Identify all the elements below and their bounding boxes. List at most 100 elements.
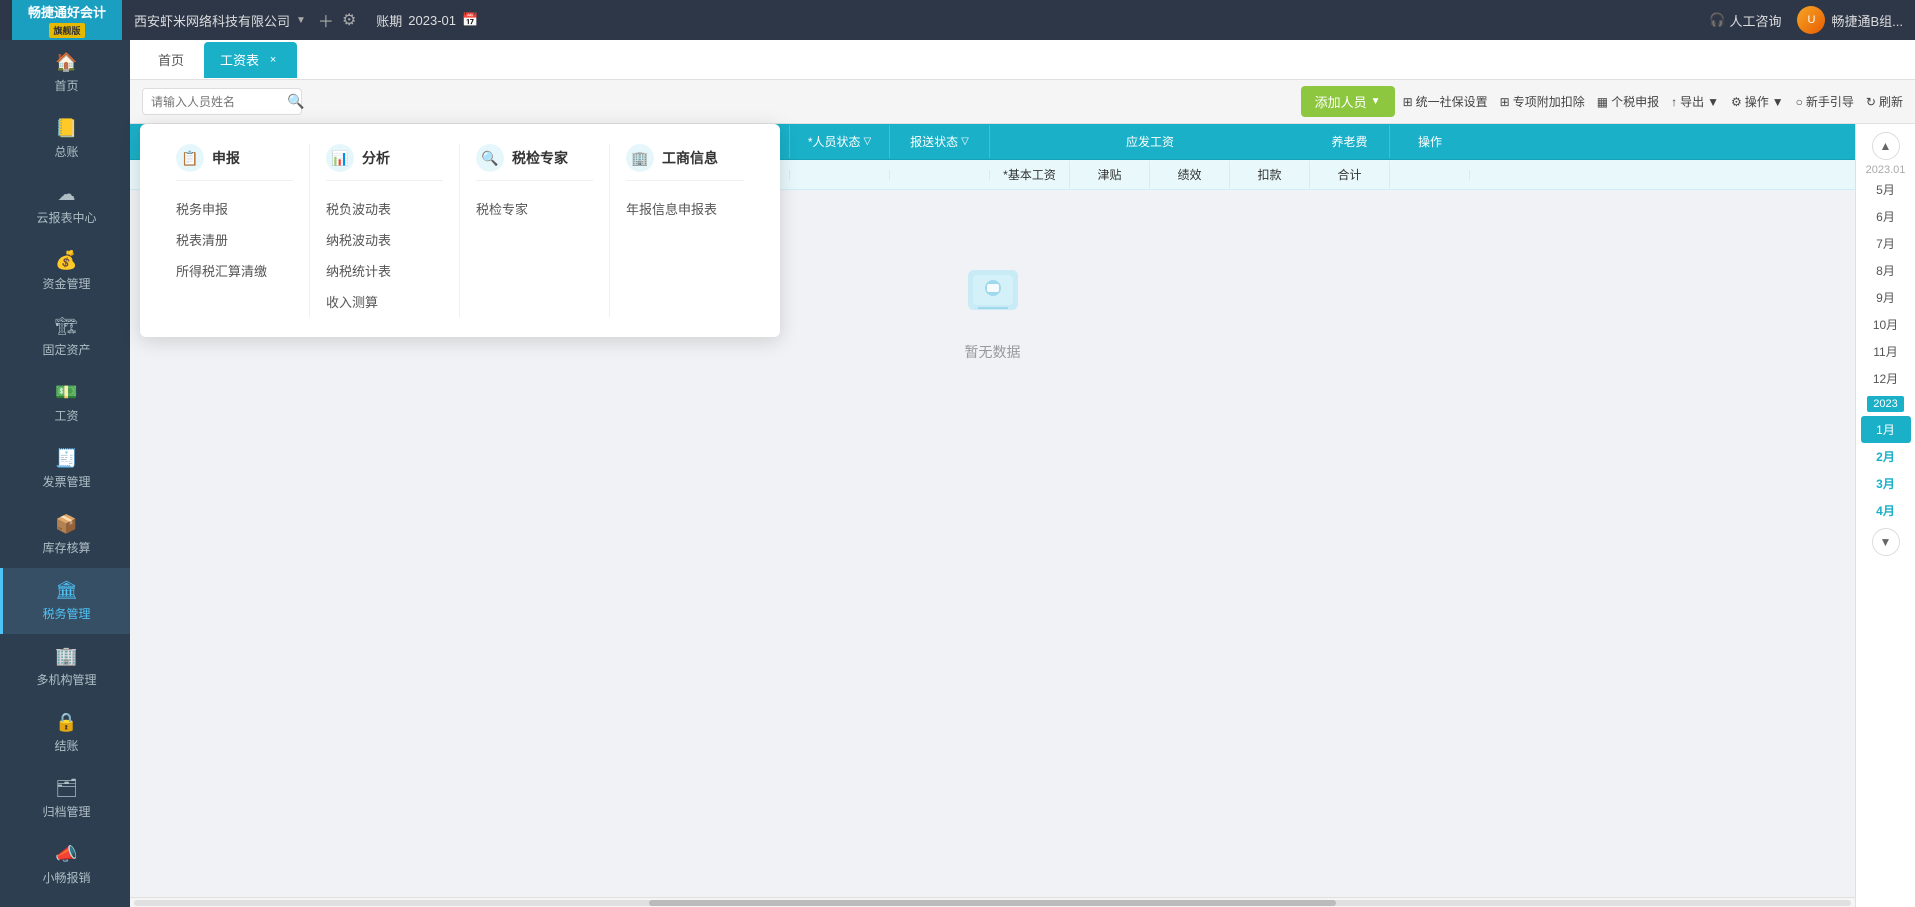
sidebar-item-multi-org[interactable]: 🏢 多机构管理 — [0, 634, 130, 700]
sidebar-item-invoice[interactable]: 🧾 发票管理 — [0, 436, 130, 502]
cloud-icon: ☁ — [58, 184, 76, 205]
sub-deduction: 扣款 — [1230, 161, 1310, 188]
th-operations: 操作 — [1390, 125, 1470, 158]
special-deduction-icon: ⊞ — [1500, 95, 1510, 109]
operations-icon: ⚙ — [1731, 95, 1742, 109]
dropdown-item-tax-burden[interactable]: 税负波动表 — [326, 193, 443, 224]
sidebar-label-marketing: 小畅报销 — [42, 869, 90, 886]
period-label: 账期 — [376, 11, 402, 30]
tax-icon: 🏛 — [55, 580, 78, 601]
tab-bar: 首页 工资表 × — [130, 40, 1915, 80]
scrollbar-track[interactable] — [134, 900, 1851, 906]
month-8[interactable]: 8月 — [1861, 257, 1911, 284]
th-status: *人员状态 ▽ — [790, 125, 890, 158]
month-6[interactable]: 6月 — [1861, 203, 1911, 230]
search-input[interactable] — [151, 95, 281, 109]
sidebar-item-funds[interactable]: 💰 资金管理 — [0, 238, 130, 304]
report-filter-icon[interactable]: ▽ — [961, 136, 969, 147]
dropdown-item-income-estimate[interactable]: 收入测算 — [326, 286, 443, 317]
dropdown-section-analysis: 📊 分析 税负波动表 纳税波动表 纳税统计表 收入测算 — [310, 144, 460, 317]
month-2[interactable]: 2月 — [1861, 443, 1911, 470]
sidebar-item-ledger[interactable]: 📒 总账 — [0, 106, 130, 172]
dropdown-item-tax-declaration[interactable]: 税务申报 — [176, 193, 293, 224]
inventory-icon: 📦 — [55, 514, 77, 535]
salary-icon: 💵 — [55, 382, 77, 403]
social-insurance-button[interactable]: ⊞ 统一社保设置 — [1403, 93, 1488, 110]
sidebar-item-settings[interactable]: ⚙ 基础设置 — [0, 898, 130, 907]
sidebar-item-inventory[interactable]: 📦 库存核算 — [0, 502, 130, 568]
tab-home[interactable]: 首页 — [142, 42, 200, 78]
dropdown-item-expert[interactable]: 税检专家 — [476, 193, 593, 224]
ledger-icon: 📒 — [55, 118, 77, 139]
tax-dropdown-menu[interactable]: 📋 申报 税务申报 税表清册 所得税汇算清缴 📊 分析 税负波动表 纳税波动表 … — [140, 124, 780, 337]
special-deduction-button[interactable]: ⊞ 专项附加扣除 — [1500, 93, 1585, 110]
collapse-right-panel-down[interactable]: ▼ — [1872, 528, 1900, 556]
month-12[interactable]: 12月 — [1861, 365, 1911, 392]
sidebar-label-ledger: 总账 — [54, 143, 78, 160]
settings-icon[interactable]: ⚙ — [342, 10, 356, 30]
month-4[interactable]: 4月 — [1861, 497, 1911, 524]
tax-expert-section-icon: 🔍 — [476, 144, 504, 172]
period-value: 2023-01 — [408, 13, 456, 28]
top-bar: 畅捷通好会计 旗舰版 西安虾米网络科技有限公司 ▼ ＋ ⚙ 账期 2023-01… — [0, 0, 1915, 40]
period-selector[interactable]: 账期 2023-01 📅 — [376, 11, 478, 30]
sidebar-label-cloud-report: 云报表中心 — [36, 209, 96, 226]
company-selector[interactable]: 西安虾米网络科技有限公司 ▼ — [134, 11, 306, 30]
marketing-icon: 📣 — [55, 844, 77, 865]
sidebar-item-archive[interactable]: 🗂 归档管理 — [0, 766, 130, 832]
sidebar-item-marketing[interactable]: 📣 小畅报销 — [0, 832, 130, 898]
calendar-icon[interactable]: 📅 — [462, 12, 478, 28]
service-button[interactable]: 🎧 人工咨询 — [1709, 11, 1781, 30]
search-icon[interactable]: 🔍 — [287, 93, 304, 110]
top-bar-right: 🎧 人工咨询 U 畅捷通B组... — [1709, 6, 1903, 34]
dropdown-section-declaration: 📋 申报 税务申报 税表清册 所得税汇算清缴 — [160, 144, 310, 317]
sidebar-item-tax[interactable]: 🏛 税务管理 — [0, 568, 130, 634]
status-filter-icon[interactable]: ▽ — [863, 136, 871, 147]
sidebar-label-close-period: 结账 — [54, 737, 78, 754]
dropdown-section-business-info: 🏢 工商信息 年报信息申报表 — [610, 144, 760, 317]
th-report-status: 报送状态 ▽ — [890, 125, 990, 158]
user-menu[interactable]: U 畅捷通B组... — [1797, 6, 1903, 34]
month-1-active[interactable]: 1月 — [1861, 416, 1911, 443]
tab-salary-table[interactable]: 工资表 × — [204, 42, 297, 78]
dropdown-item-tax-fluctuation[interactable]: 纳税波动表 — [326, 224, 443, 255]
collapse-right-panel-up[interactable]: ▲ — [1872, 132, 1900, 160]
close-period-icon: 🔒 — [55, 712, 77, 733]
bottom-scrollbar — [130, 897, 1855, 907]
home-icon: 🏠 — [55, 52, 77, 73]
tab-close-button[interactable]: × — [265, 52, 281, 68]
sidebar-label-invoice: 发票管理 — [42, 473, 90, 490]
sidebar-item-cloud-report[interactable]: ☁ 云报表中心 — [0, 172, 130, 238]
dropdown-item-tax-stats[interactable]: 纳税统计表 — [326, 255, 443, 286]
individual-tax-button[interactable]: ▦ 个税申报 — [1597, 93, 1659, 110]
add-icon[interactable]: ＋ — [318, 8, 334, 32]
add-person-button[interactable]: 添加人员 ▼ — [1301, 86, 1395, 117]
dropdown-item-annual-report[interactable]: 年报信息申报表 — [626, 193, 744, 224]
month-11[interactable]: 11月 — [1861, 338, 1911, 365]
dropdown-item-tax-table-clear[interactable]: 税表清册 — [176, 224, 293, 255]
operations-button[interactable]: ⚙ 操作 ▼ — [1731, 93, 1784, 110]
month-7[interactable]: 7月 — [1861, 230, 1911, 257]
month-9[interactable]: 9月 — [1861, 284, 1911, 311]
refresh-button[interactable]: ↻ 刷新 — [1866, 93, 1903, 110]
guide-button[interactable]: ○ 新手引导 — [1796, 93, 1854, 110]
month-10[interactable]: 10月 — [1861, 311, 1911, 338]
sidebar-item-salary[interactable]: 💵 工资 — [0, 370, 130, 436]
export-icon: ↑ — [1671, 95, 1677, 109]
scrollbar-thumb[interactable] — [649, 900, 1336, 906]
sidebar-item-fixed-assets[interactable]: 🏗 固定资产 — [0, 304, 130, 370]
analysis-section-icon: 📊 — [326, 144, 354, 172]
sidebar-item-close-period[interactable]: 🔒 结账 — [0, 700, 130, 766]
month-5[interactable]: 5月 — [1861, 176, 1911, 203]
sidebar-item-home[interactable]: 🏠 首页 — [0, 40, 130, 106]
th-salary-group: 应发工资 — [990, 125, 1310, 158]
export-button[interactable]: ↑ 导出 ▼ — [1671, 93, 1719, 110]
service-label: 人工咨询 — [1729, 11, 1781, 30]
export-label: 导出 — [1680, 93, 1704, 110]
dropdown-item-income-tax-summary[interactable]: 所得税汇算清缴 — [176, 255, 293, 286]
sidebar: 🏠 首页 📒 总账 ☁ 云报表中心 💰 资金管理 🏗 固定资产 💵 工资 🧾 发… — [0, 40, 130, 907]
operations-label: 操作 — [1745, 93, 1769, 110]
current-year-label[interactable]: 2023 — [1867, 396, 1903, 412]
month-3[interactable]: 3月 — [1861, 470, 1911, 497]
sub-total: 合计 — [1310, 161, 1390, 188]
